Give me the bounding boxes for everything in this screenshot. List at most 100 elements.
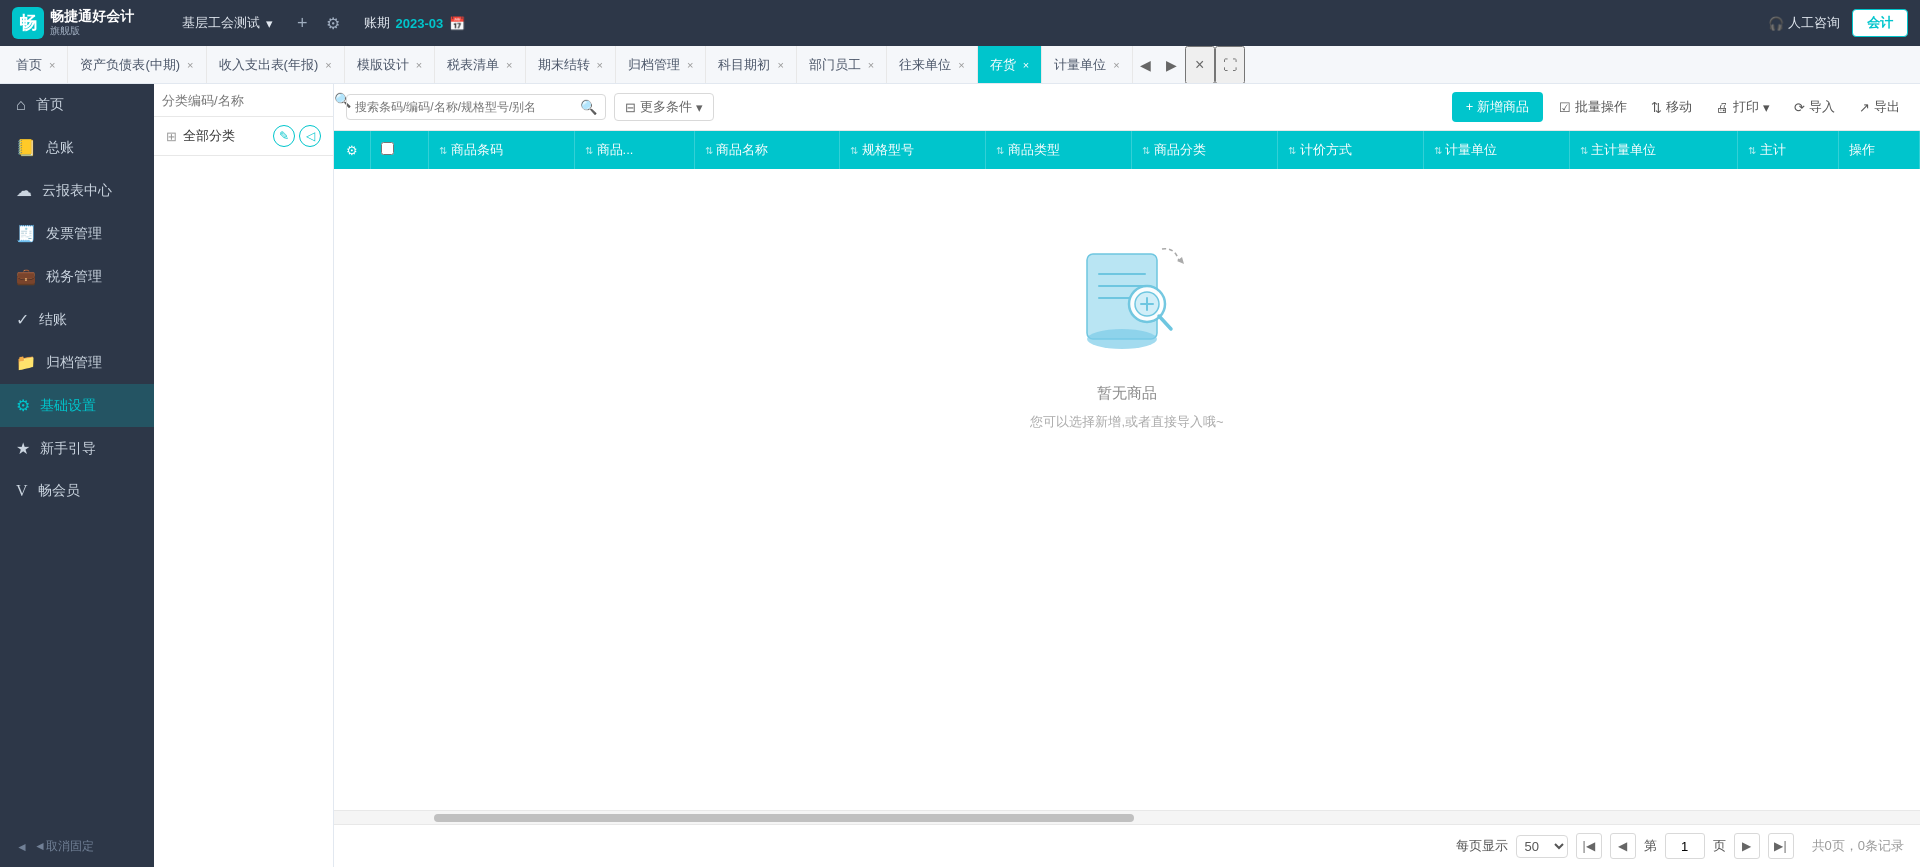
tab-unit[interactable]: 计量单位 × <box>1042 46 1132 84</box>
sidebar-item-guide[interactable]: ★ 新手引导 <box>0 427 154 470</box>
col-main-unit[interactable]: ⇅ 主计量单位 <box>1569 131 1737 169</box>
move-button[interactable]: ⇅ 移动 <box>1643 94 1700 120</box>
sidebar-item-settings[interactable]: ⚙ 基础设置 <box>0 384 154 427</box>
tab-home[interactable]: 首页 × <box>4 46 68 84</box>
tab-home-close[interactable]: × <box>49 59 55 71</box>
sidebar-item-invoice[interactable]: 🧾 发票管理 <box>0 212 154 255</box>
member-icon: V <box>16 482 28 500</box>
export-button[interactable]: ↗ 导出 <box>1851 94 1908 120</box>
category-edit-button[interactable]: ✎ <box>273 125 295 147</box>
filter-icon: ⊟ <box>625 100 636 115</box>
col-code[interactable]: ⇅ 商品... <box>574 131 694 169</box>
col-price-method[interactable]: ⇅ 计价方式 <box>1278 131 1424 169</box>
sidebar-item-ledger[interactable]: 📒 总账 <box>0 126 154 169</box>
add-company-icon[interactable]: + <box>293 13 312 34</box>
sidebar-item-archive[interactable]: 📁 归档管理 <box>0 341 154 384</box>
select-all-checkbox[interactable] <box>381 142 394 155</box>
tab-dept-close[interactable]: × <box>868 59 874 71</box>
import-button[interactable]: ⟳ 导入 <box>1786 94 1843 120</box>
tab-inventory-close[interactable]: × <box>1023 59 1029 71</box>
search-bar: 🔍 <box>346 94 606 120</box>
empty-title: 暂无商品 您可以选择新增,或者直接导入哦~ <box>1030 379 1223 433</box>
page-prev-button[interactable]: ◀ <box>1610 833 1636 859</box>
tab-prev-button[interactable]: ◀ <box>1133 46 1159 84</box>
tab-close-all-button[interactable]: × <box>1185 46 1215 84</box>
tab-template[interactable]: 模版设计 × <box>345 46 435 84</box>
tab-archive[interactable]: 归档管理 × <box>616 46 706 84</box>
filter-arrow-icon: ▾ <box>696 100 703 115</box>
page-next-button[interactable]: ▶ <box>1734 833 1760 859</box>
per-page-label: 每页显示 <box>1456 837 1508 855</box>
tab-balance-label: 资产负债表(中期) <box>80 56 180 74</box>
tab-archive-close[interactable]: × <box>687 59 693 71</box>
sidebar-invoice-label: 发票管理 <box>46 225 102 243</box>
col-settings-icon: ⚙ <box>346 143 358 158</box>
tab-contacts[interactable]: 往来单位 × <box>887 46 977 84</box>
tab-period-close[interactable]: × <box>597 59 603 71</box>
scrollbar-thumb[interactable] <box>434 814 1134 822</box>
calendar-icon[interactable]: 📅 <box>449 16 465 31</box>
horizontal-scrollbar[interactable] <box>334 810 1920 824</box>
col-name[interactable]: ⇅ 商品名称 <box>694 131 840 169</box>
tab-balance[interactable]: 资产负债表(中期) × <box>68 46 206 84</box>
batch-operation-button[interactable]: ☑ 批量操作 <box>1551 94 1635 120</box>
tab-income-close[interactable]: × <box>325 59 331 71</box>
page-number-input[interactable] <box>1665 833 1705 859</box>
tab-subject-close[interactable]: × <box>777 59 783 71</box>
sidebar-pin-toggle[interactable]: ◄ ◄取消固定 <box>0 826 154 867</box>
tab-expand-button[interactable]: ⛶ <box>1215 46 1245 84</box>
period-value: 2023-03 <box>396 16 444 31</box>
dropdown-icon: ▾ <box>266 16 273 31</box>
tab-tax-close[interactable]: × <box>506 59 512 71</box>
pin-icon: ◄ <box>16 840 28 854</box>
tab-subject[interactable]: 科目期初 × <box>706 46 796 84</box>
tab-unit-close[interactable]: × <box>1113 59 1119 71</box>
inner-area: 🔍 ⊞ 全部分类 ✎ ◁ <box>154 84 1920 867</box>
sidebar-item-home[interactable]: ⌂ 首页 <box>0 84 154 126</box>
all-category-text: 全部分类 <box>183 127 235 145</box>
tab-next-button[interactable]: ▶ <box>1159 46 1185 84</box>
page-first-button[interactable]: |◀ <box>1576 833 1602 859</box>
account-button[interactable]: 会计 <box>1852 9 1908 37</box>
col-checkbox[interactable] <box>370 131 429 169</box>
tab-tax[interactable]: 税表清单 × <box>435 46 525 84</box>
product-search-input[interactable] <box>355 100 574 114</box>
per-page-select[interactable]: 50 100 200 <box>1516 835 1568 858</box>
company-selector[interactable]: 基层工会测试 ▾ <box>172 10 283 36</box>
tab-income[interactable]: 收入支出表(年报) × <box>207 46 345 84</box>
svg-line-8 <box>1159 316 1171 329</box>
col-category[interactable]: ⇅ 商品分类 <box>1132 131 1278 169</box>
tab-balance-close[interactable]: × <box>187 59 193 71</box>
page-suffix: 页 <box>1713 837 1726 855</box>
col-settings[interactable]: ⚙ <box>334 131 370 169</box>
pagination-bar: 每页显示 50 100 200 |◀ ◀ 第 页 ▶ ▶| 共0页，0条记录 <box>334 824 1920 867</box>
more-filter-button[interactable]: ⊟ 更多条件 ▾ <box>614 93 714 121</box>
service-button[interactable]: 🎧 人工咨询 <box>1768 14 1840 32</box>
page-last-button[interactable]: ▶| <box>1768 833 1794 859</box>
tab-template-close[interactable]: × <box>416 59 422 71</box>
add-product-button[interactable]: + 新增商品 <box>1452 92 1543 122</box>
tab-period[interactable]: 期末结转 × <box>526 46 616 84</box>
sidebar-item-checkout[interactable]: ✓ 结账 <box>0 298 154 341</box>
tab-contacts-close[interactable]: × <box>958 59 964 71</box>
search-icon[interactable]: 🔍 <box>580 99 597 115</box>
company-name: 基层工会测试 <box>182 14 260 32</box>
settings-gear-icon[interactable]: ⚙ <box>322 14 344 33</box>
category-search-input[interactable] <box>162 93 330 108</box>
print-button[interactable]: 🖨 打印 ▾ <box>1708 94 1778 120</box>
sidebar-home-label: 首页 <box>36 96 64 114</box>
sidebar-item-member[interactable]: V 畅会员 <box>0 470 154 512</box>
tab-dept[interactable]: 部门员工 × <box>797 46 887 84</box>
sidebar-member-label: 畅会员 <box>38 482 80 500</box>
col-unit[interactable]: ⇅ 计量单位 <box>1423 131 1569 169</box>
tab-inventory[interactable]: 存货 × <box>978 46 1042 84</box>
sidebar-item-tax[interactable]: 💼 税务管理 <box>0 255 154 298</box>
tab-subject-label: 科目期初 <box>718 56 770 74</box>
col-type[interactable]: ⇅ 商品类型 <box>986 131 1132 169</box>
sidebar-item-reports[interactable]: ☁ 云报表中心 <box>0 169 154 212</box>
col-barcode[interactable]: ⇅ 商品条码 <box>429 131 575 169</box>
category-collapse-button[interactable]: ◁ <box>299 125 321 147</box>
add-product-label: + 新增商品 <box>1466 98 1529 116</box>
col-spec[interactable]: ⇅ 规格型号 <box>840 131 986 169</box>
col-main-count[interactable]: ⇅ 主计 <box>1737 131 1838 169</box>
